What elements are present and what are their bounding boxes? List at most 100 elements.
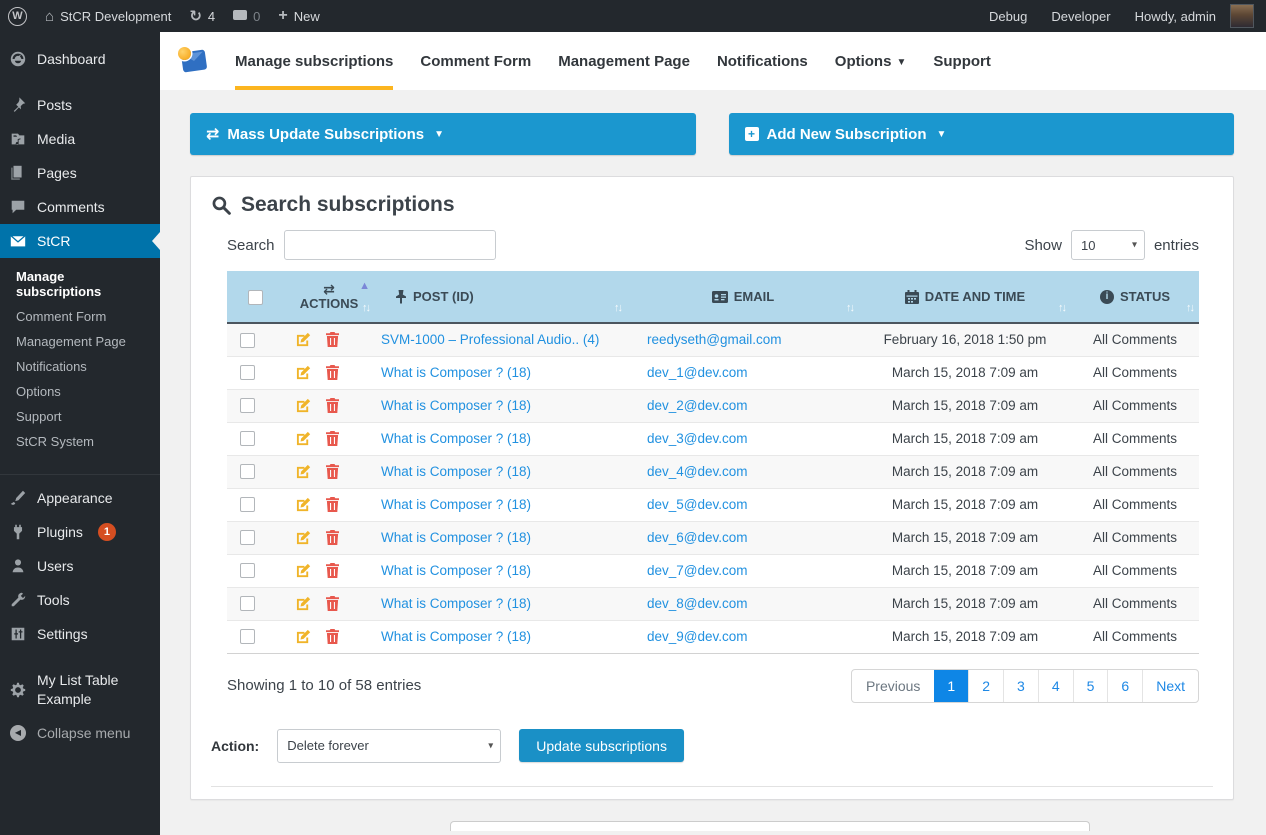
edit-icon[interactable] bbox=[296, 464, 311, 479]
tab-support[interactable]: Support bbox=[933, 32, 991, 90]
delete-icon[interactable] bbox=[326, 497, 339, 512]
delete-icon[interactable] bbox=[326, 629, 339, 644]
new-content-link[interactable]: + New bbox=[278, 8, 319, 24]
email-link[interactable]: dev_7@dev.com bbox=[647, 563, 748, 578]
edit-icon[interactable] bbox=[296, 398, 311, 413]
updates-link[interactable]: ↻ 4 bbox=[189, 9, 215, 24]
edit-icon[interactable] bbox=[296, 563, 311, 578]
tab-options[interactable]: Options ▼ bbox=[835, 32, 907, 90]
select-all-checkbox[interactable] bbox=[248, 290, 263, 305]
site-name-link[interactable]: ⌂ StCR Development bbox=[45, 9, 171, 24]
sidebar-item-appearance[interactable]: Appearance bbox=[0, 481, 160, 515]
column-header-email[interactable]: EMAIL ↑↓ bbox=[627, 271, 859, 323]
delete-icon[interactable] bbox=[326, 398, 339, 413]
pagination-previous[interactable]: Previous bbox=[852, 670, 934, 702]
update-subscriptions-button[interactable]: Update subscriptions bbox=[519, 729, 684, 762]
row-checkbox[interactable] bbox=[240, 431, 255, 446]
sidebar-item-my-list-table-example[interactable]: My List Table Example bbox=[0, 663, 160, 717]
row-checkbox[interactable] bbox=[240, 530, 255, 545]
delete-icon[interactable] bbox=[326, 431, 339, 446]
post-link[interactable]: What is Composer ? (18) bbox=[381, 629, 531, 644]
row-checkbox[interactable] bbox=[240, 398, 255, 413]
post-link[interactable]: What is Composer ? (18) bbox=[381, 530, 531, 545]
post-link[interactable]: What is Composer ? (18) bbox=[381, 497, 531, 512]
row-checkbox[interactable] bbox=[240, 563, 255, 578]
sort-arrows-icon[interactable]: ↑↓ bbox=[846, 302, 853, 314]
email-link[interactable]: reedyseth@gmail.com bbox=[647, 332, 782, 347]
sidebar-item-stcr[interactable]: StCR bbox=[0, 224, 160, 258]
sort-arrows-icon[interactable]: ↑↓ bbox=[362, 302, 369, 314]
post-link[interactable]: What is Composer ? (18) bbox=[381, 431, 531, 446]
submenu-item-support[interactable]: Support bbox=[12, 404, 150, 429]
submenu-item-manage-subscriptions[interactable]: Manage subscriptions bbox=[12, 264, 122, 304]
tab-comment-form[interactable]: Comment Form bbox=[420, 32, 531, 90]
row-checkbox[interactable] bbox=[240, 497, 255, 512]
submenu-item-notifications[interactable]: Notifications bbox=[12, 354, 150, 379]
submenu-item-options[interactable]: Options bbox=[12, 379, 150, 404]
column-header-actions[interactable]: ⇄ ACTIONS ▲ ↑↓ bbox=[283, 271, 375, 323]
search-input[interactable] bbox=[284, 230, 496, 260]
sidebar-item-posts[interactable]: Posts bbox=[0, 88, 160, 122]
pagination-page-4[interactable]: 4 bbox=[1038, 670, 1073, 702]
row-checkbox[interactable] bbox=[240, 365, 255, 380]
pagination-page-5[interactable]: 5 bbox=[1073, 670, 1108, 702]
pagination-next[interactable]: Next bbox=[1142, 670, 1198, 702]
debug-link[interactable]: Debug bbox=[989, 9, 1027, 24]
column-header-date[interactable]: DATE AND TIME ↑↓ bbox=[859, 271, 1071, 323]
edit-icon[interactable] bbox=[296, 497, 311, 512]
delete-icon[interactable] bbox=[326, 332, 339, 347]
sidebar-item-pages[interactable]: Pages bbox=[0, 156, 160, 190]
pagination-page-1[interactable]: 1 bbox=[934, 670, 968, 702]
row-checkbox[interactable] bbox=[240, 464, 255, 479]
email-link[interactable]: dev_3@dev.com bbox=[647, 431, 748, 446]
sidebar-item-plugins[interactable]: Plugins 1 bbox=[0, 515, 160, 549]
sidebar-item-dashboard[interactable]: Dashboard bbox=[0, 42, 160, 76]
sidebar-item-settings[interactable]: Settings bbox=[0, 617, 160, 651]
pagination-page-3[interactable]: 3 bbox=[1003, 670, 1038, 702]
post-link[interactable]: SVM-1000 – Professional Audio.. (4) bbox=[381, 332, 599, 347]
edit-icon[interactable] bbox=[296, 530, 311, 545]
email-link[interactable]: dev_2@dev.com bbox=[647, 398, 748, 413]
row-checkbox[interactable] bbox=[240, 596, 255, 611]
pagination-page-6[interactable]: 6 bbox=[1107, 670, 1142, 702]
email-link[interactable]: dev_1@dev.com bbox=[647, 365, 748, 380]
developer-link[interactable]: Developer bbox=[1051, 9, 1110, 24]
sidebar-item-tools[interactable]: Tools bbox=[0, 583, 160, 617]
wordpress-logo-menu[interactable]: W bbox=[8, 7, 27, 26]
email-link[interactable]: dev_6@dev.com bbox=[647, 530, 748, 545]
post-link[interactable]: What is Composer ? (18) bbox=[381, 563, 531, 578]
delete-icon[interactable] bbox=[326, 464, 339, 479]
email-link[interactable]: dev_5@dev.com bbox=[647, 497, 748, 512]
submenu-item-management-page[interactable]: Management Page bbox=[12, 329, 150, 354]
submenu-item-comment-form[interactable]: Comment Form bbox=[12, 304, 150, 329]
email-link[interactable]: dev_9@dev.com bbox=[647, 629, 748, 644]
edit-icon[interactable] bbox=[296, 365, 311, 380]
row-checkbox[interactable] bbox=[240, 333, 255, 348]
column-header-post[interactable]: POST (ID) ↑↓ bbox=[375, 271, 627, 323]
delete-icon[interactable] bbox=[326, 596, 339, 611]
comments-link[interactable]: 0 bbox=[233, 9, 260, 24]
collapse-menu-button[interactable]: ◀ Collapse menu bbox=[0, 717, 160, 749]
email-link[interactable]: dev_4@dev.com bbox=[647, 464, 748, 479]
delete-icon[interactable] bbox=[326, 530, 339, 545]
sidebar-item-media[interactable]: Media bbox=[0, 122, 160, 156]
edit-icon[interactable] bbox=[296, 431, 311, 446]
post-link[interactable]: What is Composer ? (18) bbox=[381, 596, 531, 611]
sort-arrows-icon[interactable]: ↑↓ bbox=[614, 302, 621, 314]
sort-arrows-icon[interactable]: ↑↓ bbox=[1186, 302, 1193, 314]
delete-icon[interactable] bbox=[326, 563, 339, 578]
account-menu[interactable]: Howdy, admin bbox=[1135, 4, 1254, 28]
tab-manage-subscriptions[interactable]: Manage subscriptions bbox=[235, 32, 393, 90]
delete-icon[interactable] bbox=[326, 365, 339, 380]
row-checkbox[interactable] bbox=[240, 629, 255, 644]
tab-management-page[interactable]: Management Page bbox=[558, 32, 690, 90]
submenu-item-stcr-system[interactable]: StCR System bbox=[12, 429, 150, 454]
column-header-status[interactable]: i STATUS ↑↓ bbox=[1071, 271, 1199, 323]
sort-ascending-icon[interactable]: ▲ bbox=[359, 280, 370, 292]
edit-icon[interactable] bbox=[296, 332, 311, 347]
mass-update-subscriptions-button[interactable]: ⇄ Mass Update Subscriptions ▼ bbox=[190, 113, 696, 155]
per-page-select[interactable]: 10 bbox=[1071, 230, 1145, 260]
sidebar-item-users[interactable]: Users bbox=[0, 549, 160, 583]
post-link[interactable]: What is Composer ? (18) bbox=[381, 464, 531, 479]
bulk-action-select[interactable]: Delete forever bbox=[277, 729, 501, 763]
